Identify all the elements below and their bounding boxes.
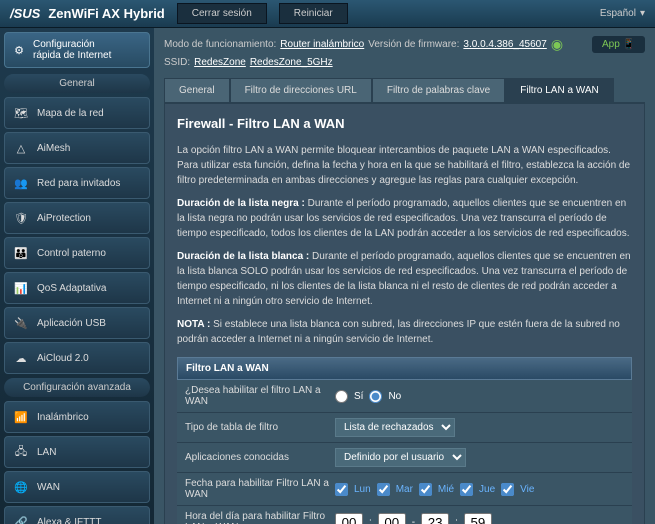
enable-no-radio[interactable]: [369, 390, 382, 403]
logout-button[interactable]: Cerrar sesión: [177, 3, 267, 24]
nav-icon: ☁: [13, 350, 29, 366]
day-mon[interactable]: [335, 483, 348, 496]
nav-icon: 👪: [13, 245, 29, 261]
brand-logo: /SUS: [10, 6, 40, 21]
nav-mapa-de-la-red[interactable]: 🗺Mapa de la red: [4, 97, 150, 129]
nav-icon: 🔗: [13, 514, 29, 524]
nav-icon: △: [13, 140, 29, 156]
nav-icon: 🔌: [13, 315, 29, 331]
day-wed[interactable]: [419, 483, 432, 496]
firmware-link[interactable]: 3.0.0.4.386_45607: [463, 39, 546, 50]
nav-alexa-&-ifttt[interactable]: 🔗Alexa & IFTTT: [4, 506, 150, 524]
nav-icon: 🗺: [13, 105, 29, 121]
language-selector[interactable]: Español▾: [600, 8, 645, 19]
t1-h2[interactable]: [421, 513, 449, 524]
section-general: General: [4, 74, 150, 93]
t1-m2[interactable]: [464, 513, 492, 524]
reboot-button[interactable]: Reiniciar: [279, 3, 348, 24]
nav-icon: 📶: [13, 409, 29, 425]
enable-yes-radio[interactable]: [335, 390, 348, 403]
app-button[interactable]: App 📱: [592, 36, 645, 53]
tab-3[interactable]: Filtro LAN a WAN: [505, 78, 614, 102]
t1-m1[interactable]: [378, 513, 406, 524]
nav-aicloud-2.0[interactable]: ☁AiCloud 2.0: [4, 342, 150, 374]
table-type-select[interactable]: Lista de rechazados: [335, 418, 455, 437]
tab-2[interactable]: Filtro de palabras clave: [372, 78, 505, 102]
signal-icon: ◉: [551, 36, 563, 53]
day-fri[interactable]: [501, 483, 514, 496]
nav-aplicación-usb[interactable]: 🔌Aplicación USB: [4, 307, 150, 339]
nav-lan[interactable]: 🖧LAN: [4, 436, 150, 468]
nav-icon: 📊: [13, 280, 29, 296]
nav-icon: 🛡: [13, 210, 29, 226]
nav-qos-adaptativa[interactable]: 📊QoS Adaptativa: [4, 272, 150, 304]
nav-red-para-invitados[interactable]: 👥Red para invitados: [4, 167, 150, 199]
section-filter: Filtro LAN a WAN: [177, 357, 632, 380]
day-thu[interactable]: [460, 483, 473, 496]
apps-select[interactable]: Definido por el usuario: [335, 448, 466, 467]
gear-icon: ⚙: [11, 42, 27, 58]
model-name: ZenWiFi AX Hybrid: [48, 6, 164, 21]
panel-title: Firewall - Filtro LAN a WAN: [177, 116, 632, 131]
nav-control-paterno[interactable]: 👪Control paterno: [4, 237, 150, 269]
nav-aimesh[interactable]: △AiMesh: [4, 132, 150, 164]
chevron-down-icon: ▾: [640, 8, 645, 19]
ssid1-link[interactable]: RedesZone: [194, 57, 246, 68]
nav-wan[interactable]: 🌐WAN: [4, 471, 150, 503]
tab-1[interactable]: Filtro de direcciones URL: [230, 78, 372, 102]
panel-desc: La opción filtro LAN a WAN permite bloqu…: [177, 143, 632, 188]
section-advanced: Configuración avanzada: [4, 378, 150, 397]
mode-link[interactable]: Router inalámbrico: [280, 39, 364, 50]
nav-inalámbrico[interactable]: 📶Inalámbrico: [4, 401, 150, 433]
nav-icon: 🌐: [13, 479, 29, 495]
nav-icon: 👥: [13, 175, 29, 191]
nav-icon: 🖧: [13, 444, 29, 460]
quick-setup-button[interactable]: ⚙ Configuraciónrápida de Internet: [4, 32, 150, 68]
t1-h1[interactable]: [335, 513, 363, 524]
ssid2-link[interactable]: RedesZone_5GHz: [250, 57, 333, 68]
tab-0[interactable]: General: [164, 78, 230, 102]
nav-aiprotection[interactable]: 🛡AiProtection: [4, 202, 150, 234]
day-tue[interactable]: [377, 483, 390, 496]
